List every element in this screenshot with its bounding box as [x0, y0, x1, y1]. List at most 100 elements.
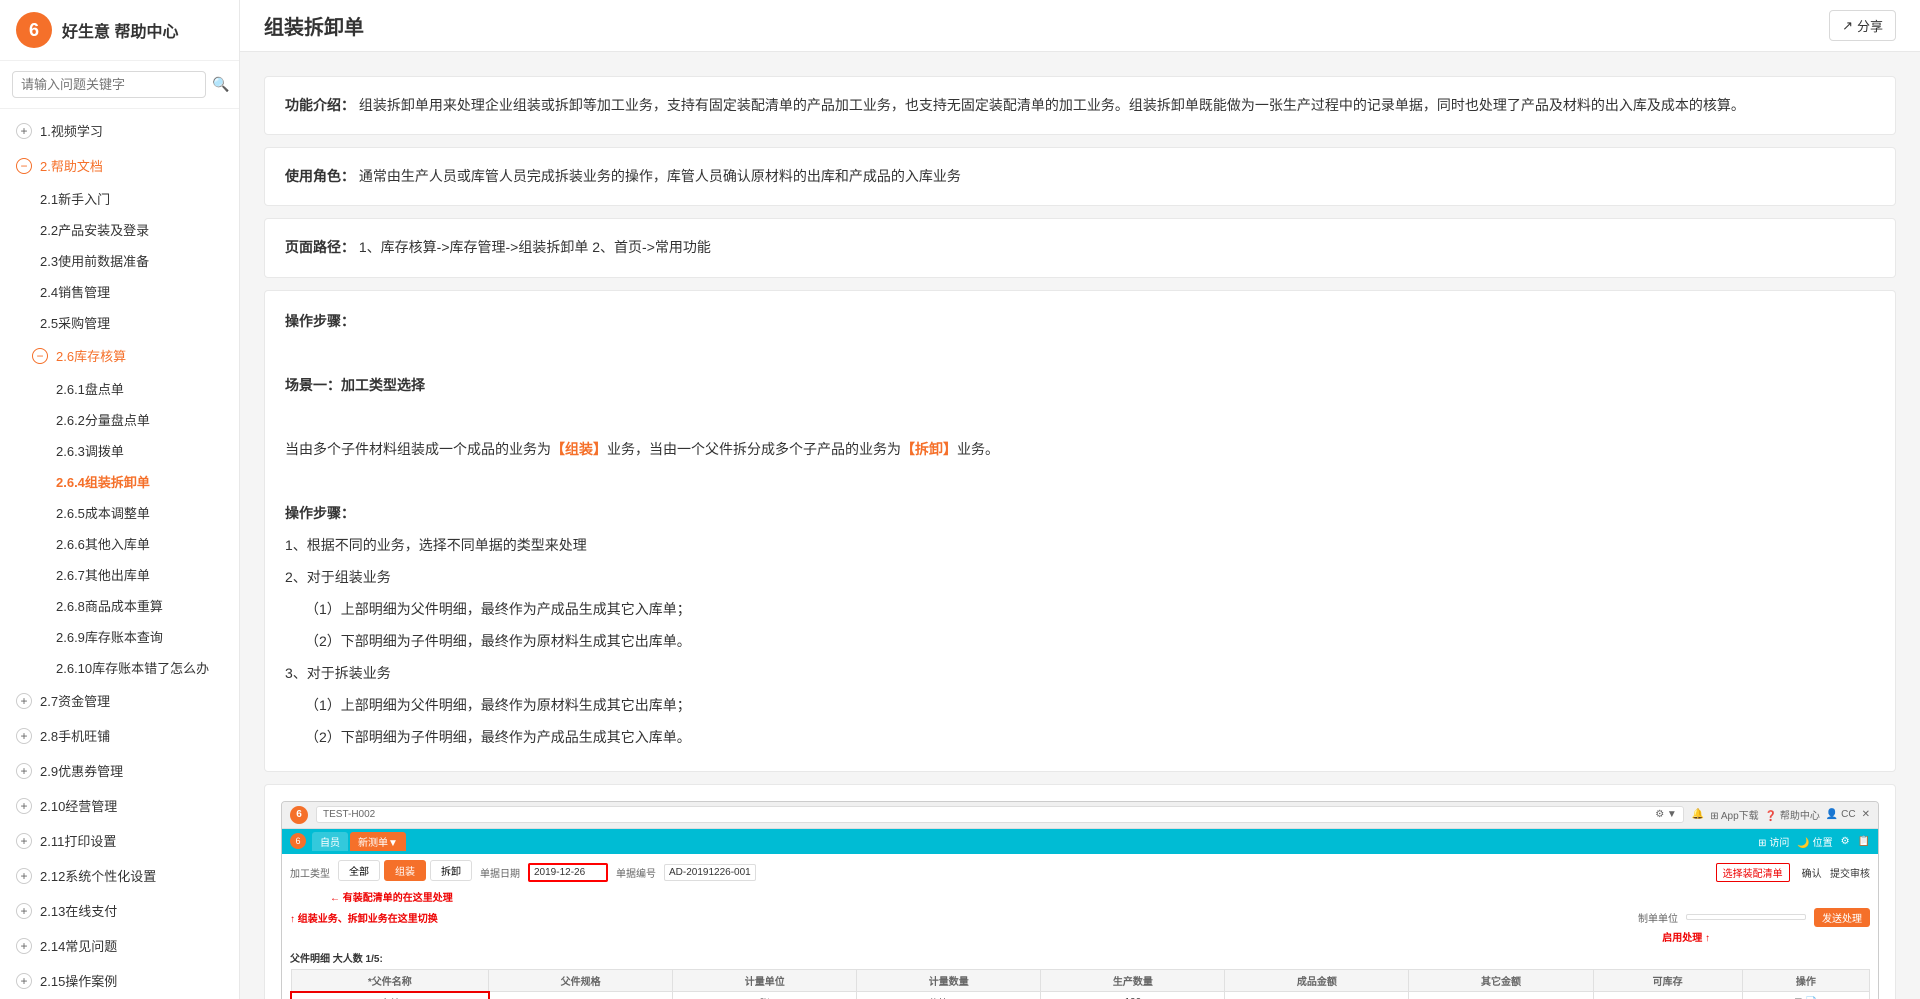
expand-icon: + — [16, 868, 32, 884]
form-order-input[interactable]: AD-20191226-001 — [664, 864, 756, 881]
upper-th-3: 计量单位 — [673, 969, 857, 992]
mock-form-row2: ↑ 组装业务、拆卸业务在这里切换 制单单位 发送处理 — [290, 908, 1870, 927]
expand-icon: + — [16, 693, 32, 709]
search-input[interactable] — [12, 71, 206, 98]
steps-box: 操作步骤： 场景一：加工类型选择 当由多个子件材料组装成一个成品的业务为【组装】… — [264, 290, 1896, 772]
sidebar-item-label: 2.9优惠券管理 — [40, 761, 123, 780]
sidebar-item-assembly[interactable]: 2.6.4组装拆卸单 — [0, 466, 239, 497]
path-label: 页面路径： — [285, 239, 355, 255]
mock-tab-new[interactable]: 新测单▼ — [350, 832, 406, 851]
form-date-label: 单据日期 — [480, 865, 520, 880]
share-button[interactable]: ↗ 分享 — [1829, 10, 1896, 41]
content-area: 功能介绍： 组装拆卸单用来处理企业组装或拆卸等加工业务，支持有固定装配清单的产品… — [240, 52, 1920, 999]
sidebar-item-videos[interactable]: + 1.视频学习 — [0, 113, 239, 148]
expand-icon: + — [16, 728, 32, 744]
sidebar-item-finance[interactable]: + 2.7资金管理 — [0, 683, 239, 718]
form-order-label: 单据编号 — [616, 865, 656, 880]
site-title: 好生意 帮助中心 — [62, 18, 178, 42]
mock-titlebar: 6 TEST-H002 ⚙ ▼ 🔔 ⊞ App下载 ❓ 帮助中心 👤 CC ✕ — [282, 802, 1878, 829]
sidebar-item-ledger-fix[interactable]: 2.6.10库存账本错了怎么办 — [0, 652, 239, 683]
sidebar-item-other-out[interactable]: 2.6.7其他出库单 — [0, 559, 239, 590]
upper-td-prod-qty: 100 — [1041, 992, 1225, 999]
expand-icon: + — [16, 833, 32, 849]
sidebar-item-operations[interactable]: + 2.10经营管理 — [0, 788, 239, 823]
sidebar-item-label: 2.7资金管理 — [40, 691, 110, 710]
mock-icon-3: ⚙ — [1841, 836, 1850, 847]
mock-nav-tabs: 自员 新测单▼ — [312, 832, 406, 851]
sidebar: 6 好生意 帮助中心 🔍 + 1.视频学习 − 2.帮助文档 2.1新手入门 2… — [0, 0, 240, 999]
type-btn-assembly[interactable]: 组装 — [384, 860, 426, 881]
addr-icon: ⚙ ▼ — [1655, 809, 1677, 820]
mock-appbar: 6 自员 新测单▼ ⊞ 访问 🌙 位置 ⚙ 📋 — [282, 829, 1878, 854]
topbar: 组装拆卸单 ↗ 分享 — [240, 0, 1920, 52]
sidebar-item-ledger-query[interactable]: 2.6.9库存账本查询 — [0, 621, 239, 652]
apps-icon: ⊞ App下载 — [1710, 807, 1758, 822]
sidebar-item-inventory[interactable]: − 2.6库存核算 — [0, 338, 239, 373]
sidebar-item-label: 1.视频学习 — [40, 121, 103, 140]
disassemble-kw: 【拆卸】 — [901, 441, 957, 457]
sidebar-item-faq[interactable]: + 2.14常见问题 — [0, 928, 239, 963]
sidebar-item-cost-adj[interactable]: 2.6.5成本调整单 — [0, 497, 239, 528]
sidebar-item-docs[interactable]: − 2.帮助文档 — [0, 148, 239, 183]
type-btn-disassemble[interactable]: 拆卸 — [430, 860, 472, 881]
screenshot-wrapper: 6 TEST-H002 ⚙ ▼ 🔔 ⊞ App下载 ❓ 帮助中心 👤 CC ✕ — [264, 784, 1896, 999]
sidebar-item-label: 2.6库存核算 — [56, 346, 126, 365]
upper-th-9: 操作 — [1742, 969, 1869, 992]
upper-td-other — [1409, 992, 1593, 999]
func-intro-label: 功能介绍： — [285, 97, 355, 113]
step2a: （1）上部明细为父件明细，最终作为产成品生成其它入库单； — [305, 595, 1875, 623]
sidebar-item-partial-stocktake[interactable]: 2.6.2分量盘点单 — [0, 404, 239, 435]
upper-td-unit: 张 — [673, 992, 857, 999]
sidebar-item-online-pay[interactable]: + 2.13在线支付 — [0, 893, 239, 928]
mock-right-icons: ⊞ 访问 🌙 位置 ⚙ 📋 — [1758, 834, 1870, 849]
form-btns: 确认 提交审核 — [1802, 865, 1870, 880]
mock-screen: 6 TEST-H002 ⚙ ▼ 🔔 ⊞ App下载 ❓ 帮助中心 👤 CC ✕ — [281, 801, 1879, 999]
path-box: 页面路径： 1、库存核算->库存管理->组装拆卸单 2、首页->常用功能 — [264, 218, 1896, 277]
mock-form-row1: 加工类型 全部 组装 拆卸 单据日期 2019-12-26 单据编号 AD-20… — [290, 860, 1870, 885]
upper-th-8: 可库存 — [1593, 969, 1742, 992]
share-icon: ↗ — [1842, 18, 1853, 34]
notification-icon: 🔔 — [1692, 809, 1704, 820]
func-intro-text: 组装拆卸单用来处理企业组装或拆卸等加工业务，支持有固定装配清单的产品加工业务，也… — [359, 97, 1745, 113]
mock-tab-home[interactable]: 自员 — [312, 832, 348, 851]
sidebar-item-purchase[interactable]: 2.5采购管理 — [0, 307, 239, 338]
form-type-label: 加工类型 — [290, 865, 330, 880]
upper-table-header-row: *父件名称 父件规格 计量单位 计量数量 生产数量 成品金额 其它金额 可库存 … — [291, 969, 1870, 992]
sidebar-item-print[interactable]: + 2.11打印设置 — [0, 823, 239, 858]
page-title: 组装拆卸单 — [264, 11, 364, 40]
expand-icon: + — [16, 938, 32, 954]
share-label: 分享 — [1857, 16, 1883, 35]
sidebar-item-stocktake[interactable]: 2.6.1盘点单 — [0, 373, 239, 404]
logo-icon: 6 — [16, 12, 52, 48]
sidebar-item-transfer[interactable]: 2.6.3调拨单 — [0, 435, 239, 466]
type-btn-all[interactable]: 全部 — [338, 860, 380, 881]
form-user-input[interactable] — [1686, 914, 1806, 920]
sidebar-item-cost-recalc[interactable]: 2.6.8商品成本重算 — [0, 590, 239, 621]
sidebar-item-customization[interactable]: + 2.12系统个性化设置 — [0, 858, 239, 893]
sidebar-item-coupons[interactable]: + 2.9优惠券管理 — [0, 753, 239, 788]
main-area: 组装拆卸单 ↗ 分享 功能介绍： 组装拆卸单用来处理企业组装或拆卸等加工业务，支… — [240, 0, 1920, 999]
sidebar-item-sales[interactable]: 2.4销售管理 — [0, 276, 239, 307]
expand-icon: + — [16, 123, 32, 139]
upper-th-5: 生产数量 — [1041, 969, 1225, 992]
search-icon[interactable]: 🔍 — [212, 76, 229, 93]
upper-td-qty: 依比 >1L — [857, 992, 1041, 999]
sidebar-item-data-prep[interactable]: 2.3使用前数据准备 — [0, 245, 239, 276]
sidebar-item-other-in[interactable]: 2.6.6其他入库单 — [0, 528, 239, 559]
sidebar-item-install[interactable]: 2.2产品安装及登录 — [0, 214, 239, 245]
upper-td-action[interactable]: ⊞ 📄 — [1742, 992, 1869, 999]
sidebar-item-mobile[interactable]: + 2.8手机旺铺 — [0, 718, 239, 753]
upper-td-stock — [1593, 992, 1742, 999]
annotation-text-3: 启用处理 ↑ — [290, 929, 1870, 944]
step1: 1、根据不同的业务，选择不同单据的类型来处理 — [285, 531, 1875, 559]
expand-icon: + — [16, 903, 32, 919]
form-submit-btn[interactable]: 发送处理 — [1814, 908, 1870, 927]
form-date-input[interactable]: 2019-12-26 — [528, 863, 608, 882]
annotation-text-2: ↑ 组装业务、拆卸业务在这里切换 — [290, 910, 438, 925]
sidebar-item-label: 2.12系统个性化设置 — [40, 866, 156, 885]
sidebar-item-label: 2.14常见问题 — [40, 936, 117, 955]
sidebar-item-cases[interactable]: + 2.15操作案例 — [0, 963, 239, 998]
sidebar-item-label: 2.帮助文档 — [40, 156, 103, 175]
sidebar-item-newbie[interactable]: 2.1新手入门 — [0, 183, 239, 214]
close-icon: ✕ — [1862, 809, 1870, 820]
